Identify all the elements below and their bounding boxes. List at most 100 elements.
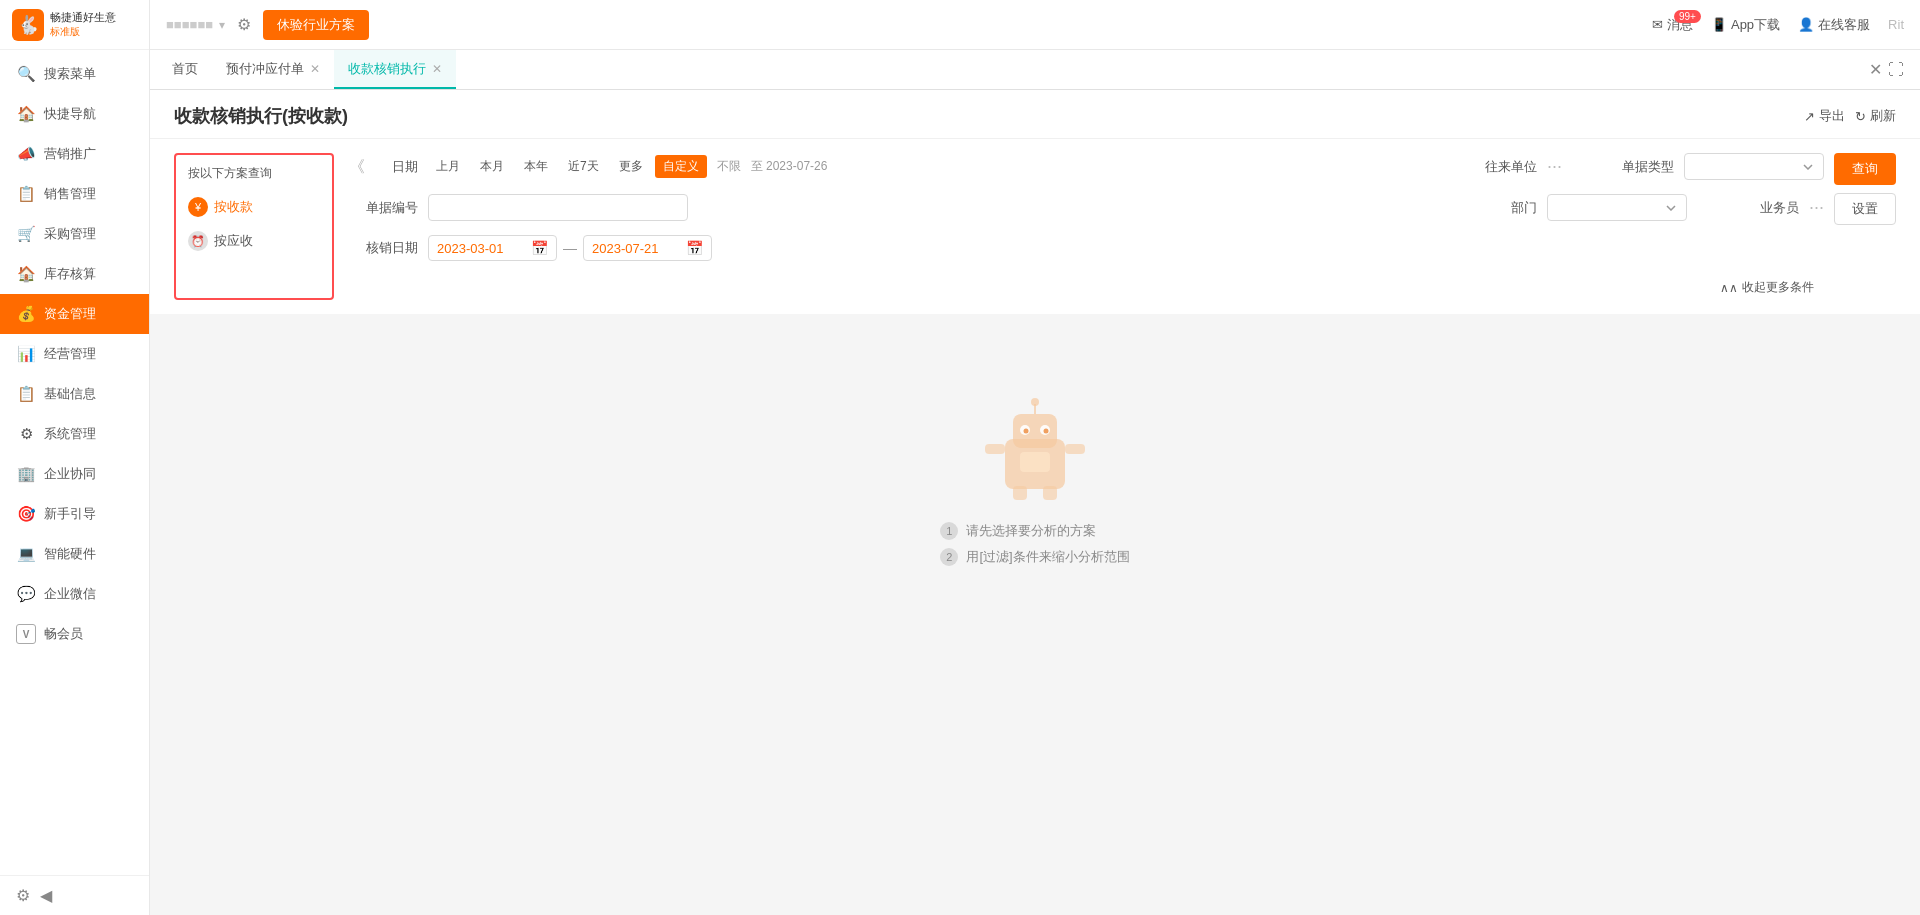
quick-icon: 🏠 — [16, 104, 36, 124]
online-service-btn[interactable]: 👤 在线客服 — [1798, 16, 1870, 34]
chevron-down-icon[interactable]: ▾ — [219, 18, 225, 32]
sidebar-label-purchase: 采购管理 — [44, 225, 96, 243]
sidebar-item-system[interactable]: ⚙ 系统管理 — [0, 414, 149, 454]
export-btn[interactable]: ↗ 导出 — [1804, 107, 1845, 125]
gear-icon[interactable]: ⚙ — [237, 15, 251, 34]
sidebar-item-business[interactable]: 📊 经营管理 — [0, 334, 149, 374]
brand-text: ■■■■■■ — [166, 17, 213, 32]
filter-sidebar-title: 按以下方案查询 — [176, 165, 332, 190]
close-tab-btn[interactable]: ✕ — [1869, 60, 1882, 79]
doc-type-label: 单据类型 — [1622, 158, 1674, 176]
sidebar-item-member[interactable]: V 畅会员 — [0, 614, 149, 654]
date-btn-custom[interactable]: 自定义 — [655, 155, 707, 178]
filter-option-by-receipt[interactable]: ¥ 按收款 — [176, 190, 332, 224]
date-btn-more[interactable]: 更多 — [611, 155, 651, 178]
user-display[interactable]: Rit — [1888, 17, 1904, 32]
receivable-option-icon: ⏰ — [188, 231, 208, 251]
svg-rect-10 — [985, 444, 1005, 454]
dept-select[interactable] — [1547, 194, 1687, 221]
tab-receipt[interactable]: 收款核销执行 ✕ — [334, 50, 456, 89]
sidebar-item-inventory[interactable]: 🏠 库存核算 — [0, 254, 149, 294]
basic-icon: 📋 — [16, 384, 36, 404]
collapse-more-row: ∧∧ 收起更多条件 — [366, 275, 1824, 300]
collapse-more-btn[interactable]: ∧∧ 收起更多条件 — [1710, 275, 1824, 300]
verify-date-start-input[interactable] — [437, 241, 527, 256]
chevron-up-icon: ∧∧ — [1720, 281, 1738, 295]
verify-date-end-input[interactable] — [592, 241, 682, 256]
refresh-label: 刷新 — [1870, 107, 1896, 125]
filter-row-2: 单据编号 部门 业务员 ··· — [366, 194, 1824, 221]
filter-option-by-receivable[interactable]: ⏰ 按应收 — [176, 224, 332, 258]
date-btn-last-month[interactable]: 上月 — [428, 155, 468, 178]
sidebar-item-search[interactable]: 🔍 搜索菜单 — [0, 54, 149, 94]
maximize-tab-btn[interactable]: ⛶ — [1888, 61, 1904, 79]
calendar-start-icon[interactable]: 📅 — [531, 240, 548, 256]
receipt-option-icon: ¥ — [188, 197, 208, 217]
sidebar-item-finance[interactable]: 💰 资金管理 — [0, 294, 149, 334]
sidebar-item-marketing[interactable]: 📣 营销推广 — [0, 134, 149, 174]
date-to-text: 至 2023-07-26 — [751, 158, 828, 175]
message-btn[interactable]: ✉ 消息 99+ — [1652, 16, 1693, 34]
hardware-icon: 💻 — [16, 544, 36, 564]
tab-receipt-close[interactable]: ✕ — [432, 62, 442, 76]
sidebar-item-enterprise[interactable]: 🏢 企业协同 — [0, 454, 149, 494]
app-download-btn[interactable]: 📱 App下载 — [1711, 16, 1780, 34]
doc-no-input[interactable] — [428, 194, 688, 221]
sidebar-label-guide: 新手引导 — [44, 505, 96, 523]
verify-date-start-wrap: 📅 — [428, 235, 557, 261]
sidebar-item-purchase[interactable]: 🛒 采购管理 — [0, 214, 149, 254]
svg-rect-9 — [1043, 486, 1057, 500]
tab-prepay-close[interactable]: ✕ — [310, 62, 320, 76]
sidebar-item-hardware[interactable]: 💻 智能硬件 — [0, 534, 149, 574]
sidebar-label-inventory: 库存核算 — [44, 265, 96, 283]
collapse-icon[interactable]: ◀ — [40, 886, 52, 905]
message-badge: 99+ — [1674, 10, 1701, 23]
dept-label: 部门 — [1485, 199, 1537, 217]
svg-rect-12 — [1020, 452, 1050, 472]
sidebar-label-member: 畅会员 — [44, 625, 83, 643]
tabbar: 首页 预付冲应付单 ✕ 收款核销执行 ✕ ✕ ⛶ — [150, 50, 1920, 90]
logo-line1: 畅捷通好生意 — [50, 10, 116, 24]
date-btn-this-month[interactable]: 本月 — [472, 155, 512, 178]
sidebar-item-guide[interactable]: 🎯 新手引导 — [0, 494, 149, 534]
date-btn-7days[interactable]: 近7天 — [560, 155, 607, 178]
purchase-icon: 🛒 — [16, 224, 36, 244]
sales-icon: 📋 — [16, 184, 36, 204]
industry-btn[interactable]: 休验行业方案 — [263, 10, 369, 40]
verify-date-range: 📅 — 📅 — [428, 235, 712, 261]
filter-collapse-btn[interactable]: 《 — [348, 157, 366, 178]
tab-prepay[interactable]: 预付冲应付单 ✕ — [212, 50, 334, 89]
filter-main: 日期 上月 本月 本年 近7天 更多 自定义 不限 至 2023-07-26 往… — [366, 153, 1824, 300]
query-btn[interactable]: 查询 — [1834, 153, 1896, 185]
empty-hint-1: 1 请先选择要分析的方案 — [940, 522, 1129, 540]
set-btn[interactable]: 设置 — [1834, 193, 1896, 225]
settings-icon[interactable]: ⚙ — [16, 886, 30, 905]
partner-dots[interactable]: ··· — [1547, 156, 1562, 177]
sidebar-item-wechat[interactable]: 💬 企业微信 — [0, 574, 149, 614]
staff-dots[interactable]: ··· — [1809, 197, 1824, 218]
staff-label: 业务员 — [1747, 199, 1799, 217]
svg-point-5 — [1044, 429, 1049, 434]
svg-point-7 — [1031, 398, 1039, 406]
date-btns: 上月 本月 本年 近7天 更多 自定义 — [428, 155, 707, 178]
inventory-icon: 🏠 — [16, 264, 36, 284]
sidebar-item-basic[interactable]: 📋 基础信息 — [0, 374, 149, 414]
tab-home[interactable]: 首页 — [158, 50, 212, 89]
sidebar-item-quick[interactable]: 🏠 快捷导航 — [0, 94, 149, 134]
sidebar-item-sales[interactable]: 📋 销售管理 — [0, 174, 149, 214]
sidebar-label-sales: 销售管理 — [44, 185, 96, 203]
sidebar-label-wechat: 企业微信 — [44, 585, 96, 603]
topbar-brand: ■■■■■■ ▾ — [166, 17, 225, 32]
tab-receipt-label: 收款核销执行 — [348, 60, 426, 78]
date-btn-this-year[interactable]: 本年 — [516, 155, 556, 178]
calendar-end-icon[interactable]: 📅 — [686, 240, 703, 256]
refresh-icon: ↻ — [1855, 109, 1866, 124]
refresh-btn[interactable]: ↻ 刷新 — [1855, 107, 1896, 125]
date-no-limit: 不限 — [717, 158, 741, 175]
empty-illustration — [975, 394, 1095, 504]
filter-sidebar: 按以下方案查询 ¥ 按收款 ⏰ 按应收 — [174, 153, 334, 300]
doc-type-select[interactable] — [1684, 153, 1824, 180]
collapse-more-label: 收起更多条件 — [1742, 279, 1814, 296]
empty-state: 1 请先选择要分析的方案 2 用[过滤]条件来缩小分析范围 — [150, 314, 1920, 606]
filter-area: 按以下方案查询 ¥ 按收款 ⏰ 按应收 《 日期 上月 — [150, 139, 1920, 314]
